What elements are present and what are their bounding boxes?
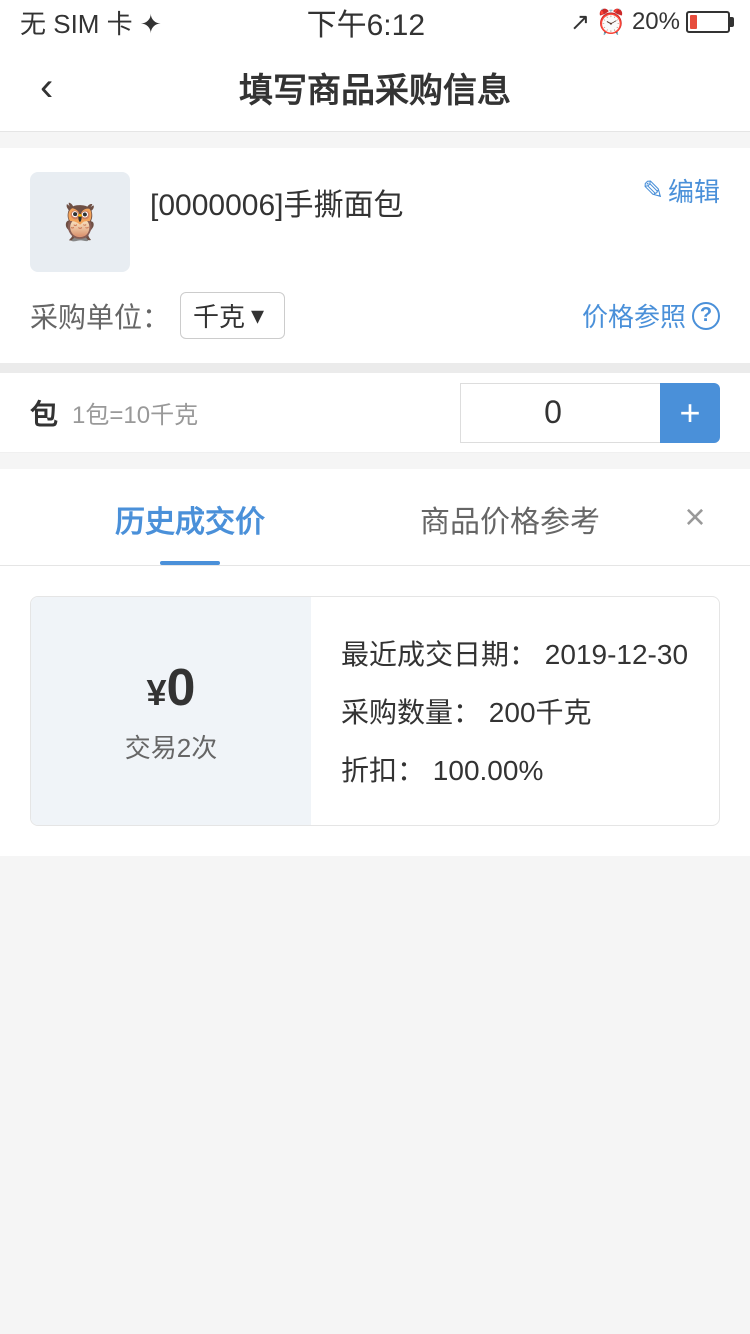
edit-icon: ✎ (642, 175, 664, 206)
quantity-unit: 包 (30, 393, 58, 433)
history-card: ¥0 交易2次 最近成交日期： 2019-12-30 采购数量： 200千克 折… (30, 596, 720, 826)
quantity-input[interactable] (460, 383, 660, 443)
history-price-value: ¥0 (147, 658, 196, 718)
back-button[interactable]: ‹ (30, 55, 63, 120)
battery-percent: 20% (632, 8, 680, 36)
unit-select[interactable]: 千克 ▾ (180, 292, 285, 339)
discount-row: 折扣： 100.00% (341, 749, 689, 789)
header: ‹ 填写商品采购信息 (0, 44, 750, 132)
quantity-label: 包 1包=10千克 (30, 393, 198, 433)
edit-label: 编辑 (668, 172, 720, 209)
status-left: 无 SIM 卡 ✦ (20, 4, 162, 41)
currency-symbol: ¥ (147, 672, 167, 713)
product-card: 🦉 [0000006]手撕面包 ✎ 编辑 采购单位： 千克 ▾ 价格参照 ? (0, 148, 750, 363)
sim-status: 无 SIM 卡 ✦ (20, 4, 162, 41)
recent-date-row: 最近成交日期： 2019-12-30 (341, 633, 689, 673)
product-icon: 🦉 (58, 201, 103, 243)
battery-fill (690, 15, 697, 29)
unit-value: 千克 (193, 297, 245, 334)
edit-button[interactable]: ✎ 编辑 (642, 172, 720, 209)
tab-close-button[interactable]: × (670, 492, 720, 542)
quantity-input-group: + (460, 383, 720, 443)
product-bottom: 采购单位： 千克 ▾ 价格参照 ? (30, 292, 720, 339)
location-icon: ↗ (570, 8, 590, 37)
page-title: 填写商品采购信息 (239, 63, 511, 112)
unit-label: 采购单位： 千克 ▾ (30, 292, 285, 339)
recent-date-label: 最近成交日期： (341, 639, 537, 670)
history-trades: 交易2次 (125, 728, 217, 765)
quantity-plus-button[interactable]: + (660, 383, 720, 443)
tab-content: ¥0 交易2次 最近成交日期： 2019-12-30 采购数量： 200千克 折… (0, 566, 750, 856)
alarm-icon: ⏰ (596, 8, 626, 37)
divider (0, 363, 750, 373)
status-right: ↗ ⏰ 20% (570, 8, 730, 37)
tab-price-reference[interactable]: 商品价格参考 (350, 469, 670, 565)
history-details-panel: 最近成交日期： 2019-12-30 采购数量： 200千克 折扣： 100.0… (311, 597, 719, 825)
tab-history-price[interactable]: 历史成交价 (30, 469, 350, 565)
product-top: 🦉 [0000006]手撕面包 ✎ 编辑 (30, 172, 720, 272)
quantity-conversion: 1包=10千克 (72, 395, 198, 430)
discount-label: 折扣： (341, 755, 425, 786)
discount-value: 100.00% (433, 755, 544, 786)
product-image: 🦉 (30, 172, 130, 272)
quantity-row: 包 1包=10千克 + (0, 373, 750, 453)
purchase-qty-row: 采购数量： 200千克 (341, 691, 689, 731)
history-price-panel: ¥0 交易2次 (31, 597, 311, 825)
dropdown-icon: ▾ (251, 300, 264, 331)
tabs-section: 历史成交价 商品价格参考 × ¥0 交易2次 最近成交日期： 2019-12-3… (0, 469, 750, 856)
price-ref-icon: ? (692, 302, 720, 330)
purchase-qty-label: 采购数量： (341, 697, 481, 728)
price-ref-label: 价格参照 (582, 297, 686, 334)
status-bar: 无 SIM 卡 ✦ 下午6:12 ↗ ⏰ 20% (0, 0, 750, 44)
tabs-header: 历史成交价 商品价格参考 × (0, 469, 750, 566)
unit-text: 采购单位： (30, 296, 170, 336)
battery-icon (686, 11, 730, 33)
status-time: 下午6:12 (307, 0, 425, 44)
purchase-qty-value: 200千克 (489, 697, 592, 728)
price-ref-button[interactable]: 价格参照 ? (582, 297, 720, 334)
product-left: 🦉 [0000006]手撕面包 (30, 172, 403, 272)
product-name: [0000006]手撕面包 (150, 180, 403, 224)
recent-date-value: 2019-12-30 (545, 639, 688, 670)
